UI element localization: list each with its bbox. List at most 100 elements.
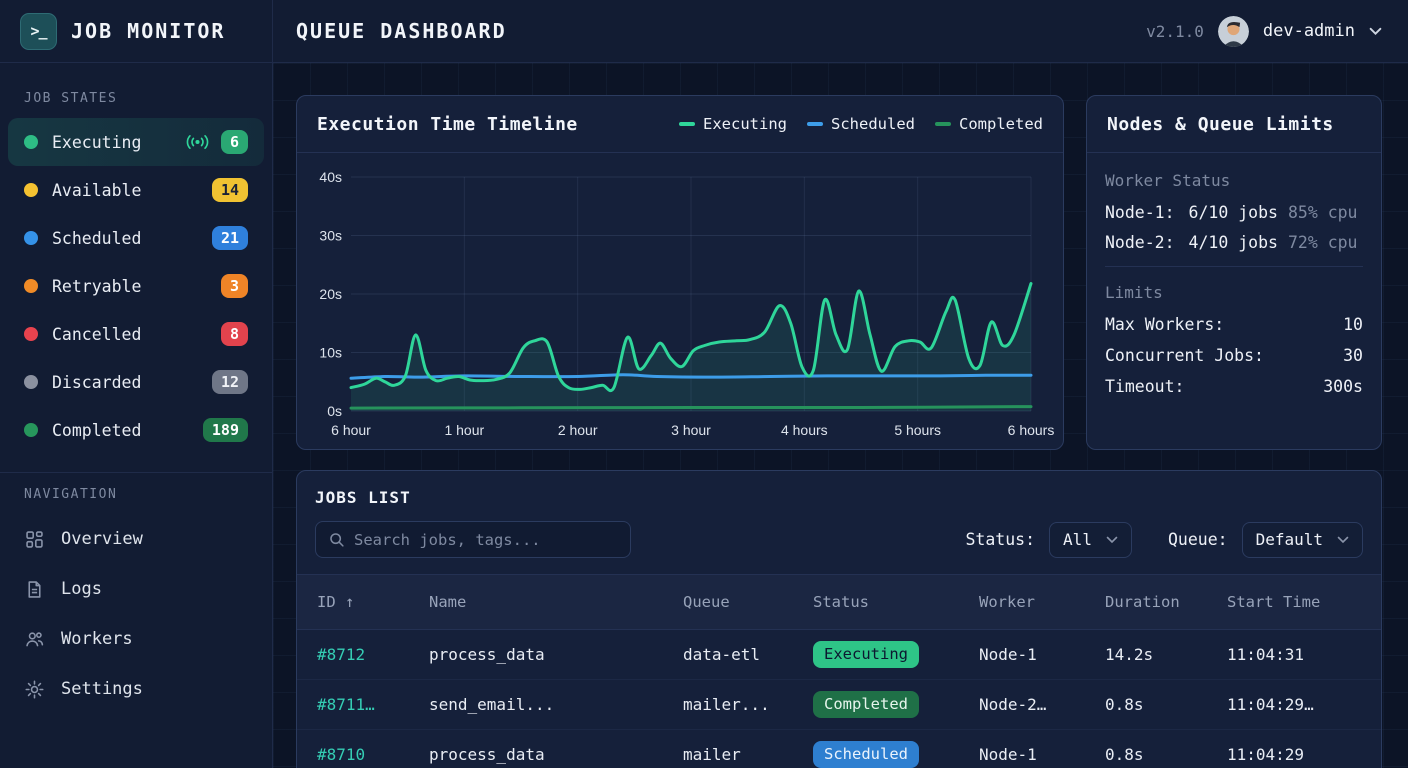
live-broadcast-icon [183, 133, 212, 151]
jobs-table: ID ↑ Name Queue Status Worker Duration Start T… [297, 574, 1381, 768]
limit-value: 300s [1323, 377, 1363, 396]
status-dot [24, 279, 38, 293]
sidebar-item-settings[interactable]: Settings [8, 664, 264, 714]
job-worker: Node-2… [979, 695, 1047, 714]
sidebar-state-available[interactable]: Available 14 [8, 166, 264, 214]
job-name: process_data [429, 745, 545, 764]
job-duration: 14.2s [1105, 645, 1154, 664]
column-header-worker: Worker [979, 593, 1035, 611]
job-id-link[interactable]: #8710 [317, 745, 429, 764]
chevron-down-icon[interactable] [1369, 27, 1382, 36]
state-label: Completed [52, 420, 142, 440]
user-avatar[interactable] [1217, 15, 1249, 47]
version-label: v2.1.0 [1146, 21, 1204, 41]
legend-item-executing[interactable]: Executing [679, 115, 787, 133]
worker-status-row: Node-2: 4/10 jobs 72% cpu [1105, 233, 1363, 252]
table-row[interactable]: #8710 process_data mailer Scheduled Node-1 0.… [297, 730, 1381, 768]
worker-jobs: 4/10 jobs [1188, 233, 1278, 252]
gear-icon [24, 679, 45, 700]
job-queue: data-etl [683, 645, 761, 664]
state-count-badge: 8 [220, 321, 248, 347]
state-count-badge: 6 [220, 129, 248, 155]
state-count-badge: 12 [211, 369, 248, 395]
state-label: Scheduled [52, 228, 142, 248]
x-axis-tick-label: 4 hours [781, 422, 828, 438]
table-row[interactable]: #8712 process_data data-etl Executing Node-1… [297, 630, 1381, 680]
column-header-id[interactable]: ID ↑ [317, 593, 429, 611]
worker-jobs: 6/10 jobs [1188, 203, 1278, 222]
legend-item-scheduled[interactable]: Scheduled [807, 115, 915, 133]
sidebar-state-executing[interactable]: Executing 6 [8, 118, 264, 166]
state-right: 14 [211, 177, 248, 203]
state-count-badge: 14 [211, 177, 248, 203]
job-start-time: 11:04:29… [1227, 695, 1314, 714]
queue-select-value: Default [1255, 530, 1323, 549]
sidebar-state-completed[interactable]: Completed 189 [8, 406, 264, 454]
state-label: Cancelled [52, 324, 142, 344]
nav-item-label: Settings [61, 679, 143, 699]
y-axis-tick-label: 40s [319, 169, 342, 185]
main-content: Execution Time Timeline Executing Schedul… [273, 63, 1408, 768]
job-start-time: 11:04:29 [1227, 745, 1305, 764]
job-states-header: JOB STATES [24, 91, 118, 106]
state-right: 3 [220, 273, 248, 299]
worker-status-row: Node-1: 6/10 jobs 85% cpu [1105, 203, 1363, 222]
limit-row: Concurrent Jobs: 30 [1105, 346, 1363, 365]
sidebar-item-logs[interactable]: Logs [8, 564, 264, 614]
timeline-chart: 0s 10s 20s 30s 40s 6 hour 1 hour 2 hour 3 hour 4 … [319, 169, 1054, 438]
queue-filter-label: Queue: [1167, 530, 1228, 549]
state-right: 6 [183, 129, 248, 155]
jobs-table-body: #8712 process_data data-etl Executing Node-1… [297, 630, 1381, 768]
document-icon [24, 579, 45, 600]
column-header-name: Name [429, 593, 467, 611]
x-axis-tick-label: 6 hours [1008, 422, 1055, 438]
app-root: >_ JOB MONITOR QUEUE DASHBOARD v2.1.0 de… [0, 0, 1408, 768]
status-dot [24, 375, 38, 389]
job-status-cell: Executing [813, 640, 979, 669]
state-count-badge: 189 [202, 417, 248, 443]
status-select-value: All [1063, 530, 1092, 549]
nodes-panel-title: Nodes & Queue Limits [1107, 113, 1334, 135]
limit-label: Max Workers: [1105, 315, 1225, 334]
legend-item-completed[interactable]: Completed [935, 115, 1043, 133]
sidebar-item-overview[interactable]: Overview [8, 514, 264, 564]
sidebar-state-discarded[interactable]: Discarded 12 [8, 358, 264, 406]
worker-cpu: 85% cpu [1287, 203, 1358, 222]
state-label: Executing [52, 132, 142, 152]
series-line-completed [349, 405, 1033, 410]
limit-label: Timeout: [1105, 377, 1185, 396]
sidebar-state-cancelled[interactable]: Cancelled 8 [8, 310, 264, 358]
status-badge: Scheduled [813, 740, 919, 768]
status-select[interactable]: All [1049, 521, 1132, 558]
limits-header: Limits [1105, 283, 1163, 302]
x-axis-tick-label: 2 hour [558, 422, 598, 438]
legend-label: Scheduled [831, 115, 915, 133]
table-row[interactable]: #8711… send_email... mailer... Completed Nod… [297, 680, 1381, 730]
sidebar-item-workers[interactable]: Workers [8, 614, 264, 664]
navigation-list: Overview Logs Workers Settings [0, 514, 272, 714]
username-label[interactable]: dev-admin [1263, 21, 1355, 41]
queue-select[interactable]: Default [1241, 521, 1363, 558]
avatar-image [1217, 15, 1249, 47]
state-count-badge: 21 [211, 225, 248, 251]
nav-item-label: Workers [61, 629, 133, 649]
sidebar-state-scheduled[interactable]: Scheduled 21 [8, 214, 264, 262]
state-label: Retryable [52, 276, 142, 296]
y-axis-tick-label: 10s [319, 345, 342, 361]
status-filter-label: Status: [965, 530, 1036, 549]
search-icon [328, 531, 345, 548]
worker-cpu: 72% cpu [1287, 233, 1358, 252]
column-header-status: Status [813, 593, 869, 611]
state-right: 12 [211, 369, 248, 395]
sidebar-divider [0, 472, 272, 473]
worker-name: Node-2: [1105, 233, 1175, 252]
job-id-link[interactable]: #8712 [317, 645, 429, 664]
sidebar-state-retryable[interactable]: Retryable 3 [8, 262, 264, 310]
chevron-down-icon [1337, 536, 1349, 544]
job-duration: 0.8s [1105, 695, 1144, 714]
search-input[interactable] [354, 530, 618, 549]
sidebar: JOB STATES Executing 6 Available 14 Schedule… [0, 63, 273, 768]
job-id-link[interactable]: #8711… [317, 695, 429, 714]
limit-label: Concurrent Jobs: [1105, 346, 1264, 365]
limit-row: Max Workers: 10 [1105, 315, 1363, 334]
